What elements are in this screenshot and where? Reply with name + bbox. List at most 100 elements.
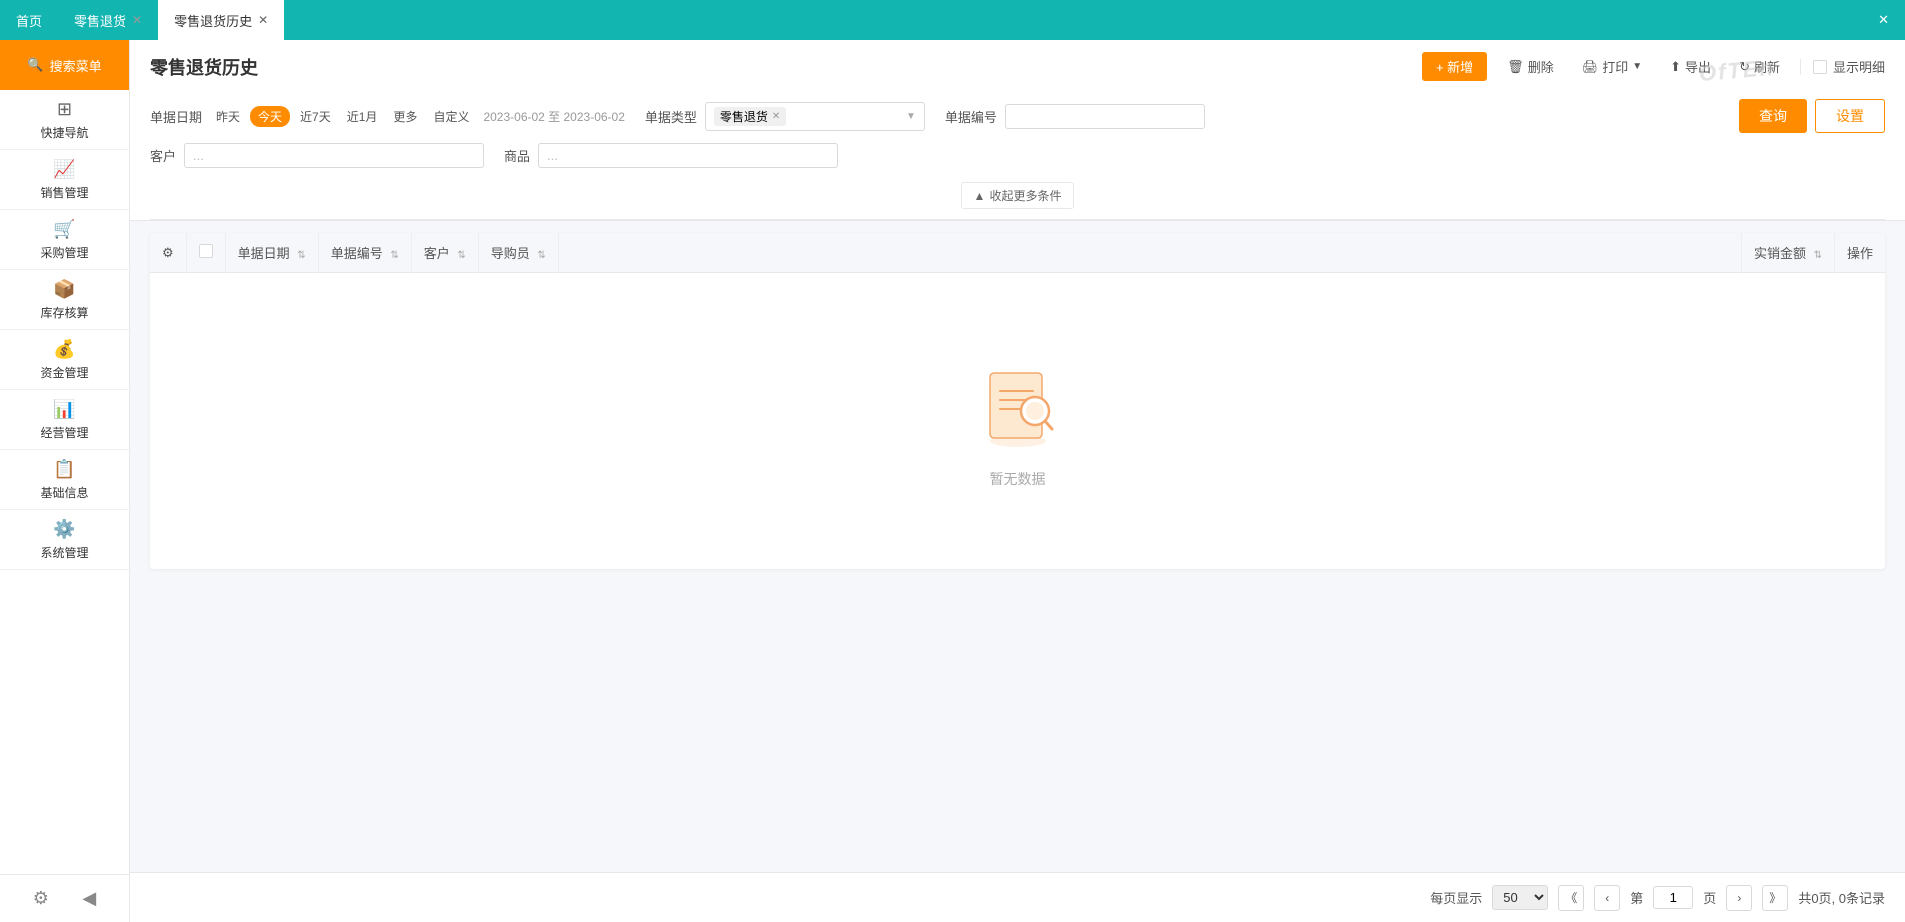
sidebar-search[interactable]: 🔍 搜索菜单 (0, 40, 129, 90)
tab-retail-return-close[interactable]: ✕ (132, 13, 142, 27)
last-page-btn[interactable]: 》 (1762, 885, 1788, 911)
add-label: + 新增 (1436, 57, 1473, 76)
th-doc-no[interactable]: 单据编号 ⇅ (318, 233, 411, 273)
table-area: ⚙ 单据日期 ⇅ 单据编号 ⇅ (130, 221, 1905, 872)
th-guide[interactable]: 导购员 ⇅ (478, 233, 558, 273)
tab-retail-return[interactable]: 零售退货 ✕ (58, 0, 158, 40)
pagination-bar: 每页显示 20 50 100 200 《 ‹ 第 页 › 》 共0页, 0条记录 (130, 872, 1905, 922)
sys-icon: ⚙️ (53, 519, 75, 540)
tab-retail-return-label: 零售退货 (74, 11, 126, 30)
collapse-up-icon: ▲ (974, 189, 986, 203)
sidebar-item-sales-label: 销售管理 (40, 184, 88, 201)
page-input[interactable] (1653, 886, 1693, 909)
delete-button[interactable]: 🗑 删除 (1499, 53, 1562, 80)
data-table: ⚙ 单据日期 ⇅ 单据编号 ⇅ (150, 233, 1885, 569)
th-settings[interactable]: ⚙ (150, 233, 186, 273)
filter-row-2: 客户 ... 商品 ... (150, 143, 1885, 168)
sidebar-bottom: ⚙ ◀ (0, 874, 129, 922)
prev-page-btn[interactable]: ‹ (1594, 885, 1620, 911)
th-customer[interactable]: 客户 ⇅ (411, 233, 478, 273)
th-checkbox[interactable] (186, 233, 225, 273)
home-icon: ⊞ (57, 99, 72, 120)
add-button[interactable]: + 新增 (1422, 52, 1487, 81)
date-opt-more[interactable]: 更多 (387, 106, 423, 127)
th-doc-date-label: 单据日期 (238, 246, 290, 261)
print-icon: 🖨 (1582, 59, 1599, 75)
sidebar-item-quick-nav[interactable]: ⊞ 快捷导航 (0, 90, 129, 150)
goods-label: 商品 (504, 146, 530, 165)
sidebar-settings-icon[interactable]: ⚙ (33, 888, 49, 909)
th-doc-date[interactable]: 单据日期 ⇅ (225, 233, 318, 273)
tab-retail-return-history[interactable]: 零售退货历史 ✕ (158, 0, 284, 40)
goods-select[interactable]: ... (538, 143, 838, 168)
sidebar-item-sales[interactable]: 📈 销售管理 (0, 150, 129, 210)
sidebar-item-base-info[interactable]: 📋 基础信息 (0, 450, 129, 510)
date-options: 昨天 今天 近7天 近1月 更多 自定义 (210, 106, 475, 127)
goods-group: 商品 ... (504, 143, 838, 168)
th-guide-sort: ⇅ (537, 250, 545, 261)
doc-type-tag-close[interactable]: ✕ (772, 111, 780, 122)
search-icon: 🔍 (27, 57, 43, 73)
sidebar-item-quick-nav-label: 快捷导航 (40, 124, 88, 141)
sidebar-item-inventory-label: 库存核算 (40, 304, 88, 321)
th-doc-date-sort: ⇅ (297, 250, 305, 261)
window-close-btn[interactable]: ✕ (1878, 12, 1905, 28)
content-area: 零售退货历史 + 新增 🗑 删除 🖨 打印 ▼ ⬆ (130, 40, 1905, 922)
show-detail-checkbox[interactable] (1813, 60, 1827, 74)
empty-text: 暂无数据 (990, 469, 1046, 489)
query-button[interactable]: 查询 (1739, 99, 1807, 133)
settings-button[interactable]: 设置 (1815, 99, 1885, 133)
date-opt-1month[interactable]: 近1月 (341, 106, 384, 127)
sidebar-item-sys-label: 系统管理 (40, 544, 88, 561)
doc-type-select[interactable]: 零售退货 ✕ ▼ (705, 102, 925, 131)
th-doc-no-label: 单据编号 (331, 246, 383, 261)
th-actual-amount-label: 实销金额 (1754, 246, 1806, 261)
delete-icon: 🗑 (1507, 59, 1524, 75)
sidebar-item-operations-label: 经营管理 (40, 424, 88, 441)
page-unit: 页 (1703, 888, 1716, 907)
page-header: 零售退货历史 + 新增 🗑 删除 🖨 打印 ▼ ⬆ (130, 40, 1905, 221)
doc-type-group: 单据类型 零售退货 ✕ ▼ (645, 102, 925, 131)
export-button[interactable]: ⬆ 导出 (1662, 53, 1719, 80)
th-operation: 操作 (1834, 233, 1885, 273)
per-page-select[interactable]: 20 50 100 200 (1492, 885, 1548, 910)
date-opt-today[interactable]: 今天 (250, 106, 290, 127)
tab-retail-return-history-label: 零售退货历史 (174, 11, 252, 30)
sales-icon: 📈 (53, 159, 75, 180)
sidebar-nav: ⊞ 快捷导航 📈 销售管理 🛒 采购管理 📦 库存核算 💰 资金管理 📊 (0, 90, 129, 874)
date-opt-custom[interactable]: 自定义 (427, 106, 475, 127)
sidebar-collapse-icon[interactable]: ◀ (82, 888, 96, 909)
customer-label: 客户 (150, 146, 176, 165)
sidebar-item-inventory[interactable]: 📦 库存核算 (0, 270, 129, 330)
th-actual-amount[interactable]: 实销金额 ⇅ (1741, 233, 1834, 273)
sidebar-item-finance[interactable]: 💰 资金管理 (0, 330, 129, 390)
tab-home-label: 首页 (16, 11, 42, 30)
date-opt-7days[interactable]: 近7天 (294, 106, 337, 127)
finance-icon: 💰 (53, 339, 75, 360)
sidebar-item-sys[interactable]: ⚙️ 系统管理 (0, 510, 129, 570)
sidebar-item-operations[interactable]: 📊 经营管理 (0, 390, 129, 450)
th-guide-label: 导购员 (491, 246, 530, 261)
customer-select[interactable]: ... (184, 143, 484, 168)
sidebar-item-purchase[interactable]: 🛒 采购管理 (0, 210, 129, 270)
export-icon: ⬆ (1670, 59, 1681, 75)
date-opt-yesterday[interactable]: 昨天 (210, 106, 246, 127)
filter-bar: 单据日期 昨天 今天 近7天 近1月 更多 自定义 2023-06-02 至 2… (150, 91, 1885, 220)
sidebar-item-purchase-label: 采购管理 (40, 244, 88, 261)
first-page-btn[interactable]: 《 (1558, 885, 1584, 911)
tab-home[interactable]: 首页 (0, 0, 58, 40)
tab-retail-return-history-close[interactable]: ✕ (258, 13, 268, 27)
collapse-row: ▲ 收起更多条件 (150, 178, 1885, 209)
doc-no-input[interactable] (1005, 104, 1205, 129)
date-filter-group: 单据日期 昨天 今天 近7天 近1月 更多 自定义 2023-06-02 至 2… (150, 106, 625, 127)
sidebar-search-label: 搜索菜单 (50, 56, 102, 75)
doc-type-dropdown-icon: ▼ (906, 111, 916, 122)
th-actual-amount-sort: ⇅ (1814, 250, 1822, 261)
refresh-button[interactable]: ↻ 刷新 (1731, 53, 1788, 80)
next-page-btn[interactable]: › (1726, 885, 1752, 911)
collapse-button[interactable]: ▲ 收起更多条件 (961, 182, 1075, 209)
select-all-checkbox[interactable] (199, 244, 213, 258)
settings-label: 设置 (1836, 108, 1864, 124)
print-button[interactable]: 🖨 打印 ▼ (1574, 53, 1650, 80)
base-info-icon: 📋 (53, 459, 75, 480)
